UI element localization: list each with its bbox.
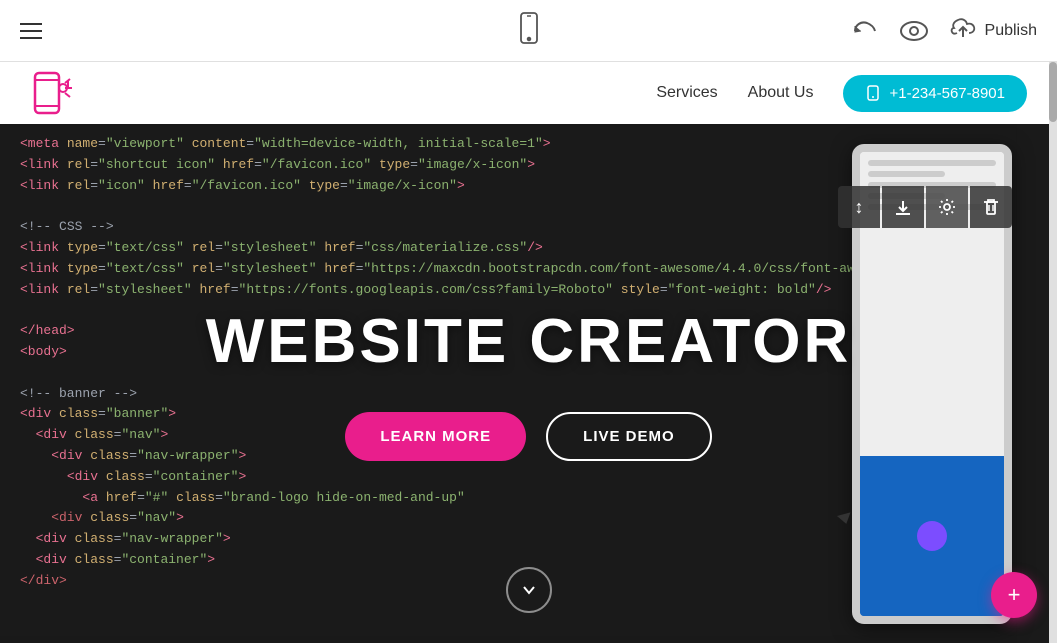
download-section-button[interactable] (882, 186, 924, 228)
mobile-preview-icon[interactable] (517, 12, 541, 49)
hero-section: <meta name="viewport" content="width=dev… (0, 124, 1057, 643)
preview-icon[interactable] (899, 20, 929, 42)
nav-services[interactable]: Services (656, 84, 717, 102)
site-nav-links: Services About Us +1-234-567-8901 (656, 75, 1027, 112)
toolbar-right: Publish (851, 17, 1037, 45)
move-section-button[interactable]: ↕ (838, 186, 880, 228)
nav-about-us[interactable]: About Us (748, 84, 814, 102)
hero-content: WEBSITE CREATOR LEARN MORE LIVE DEMO (206, 306, 852, 461)
publish-label: Publish (985, 22, 1037, 40)
site-logo (30, 68, 90, 118)
undo-icon[interactable] (851, 19, 879, 43)
settings-section-button[interactable] (926, 186, 968, 228)
publish-button[interactable]: Publish (949, 17, 1037, 45)
top-toolbar: Publish (0, 0, 1057, 62)
learn-more-button[interactable]: LEARN MORE (345, 412, 526, 461)
toolbar-left (20, 23, 42, 39)
site-nav: Services About Us +1-234-567-8901 (0, 62, 1057, 124)
scrollbar-thumb[interactable] (1049, 62, 1057, 122)
cloud-upload-icon (949, 17, 977, 45)
tablet-bar-1 (868, 160, 996, 166)
hero-title: WEBSITE CREATOR (206, 306, 852, 377)
scrollbar[interactable] (1049, 62, 1057, 643)
tablet-bar-2 (868, 171, 945, 177)
toolbar-center (517, 12, 541, 49)
hero-buttons: LEARN MORE LIVE DEMO (345, 412, 711, 461)
preview-area: Services About Us +1-234-567-8901 <meta … (0, 62, 1057, 643)
fab-button[interactable]: + (991, 572, 1037, 618)
section-toolbar: ↕ (838, 186, 1012, 228)
live-demo-button[interactable]: LIVE DEMO (546, 412, 712, 461)
tablet-screen-bottom (860, 456, 1004, 616)
scroll-down-button[interactable] (506, 567, 552, 613)
hamburger-icon[interactable] (20, 23, 42, 39)
tablet-dot (917, 521, 947, 551)
delete-section-button[interactable] (970, 186, 1012, 228)
phone-button[interactable]: +1-234-567-8901 (843, 75, 1027, 112)
phone-number: +1-234-567-8901 (889, 85, 1005, 102)
